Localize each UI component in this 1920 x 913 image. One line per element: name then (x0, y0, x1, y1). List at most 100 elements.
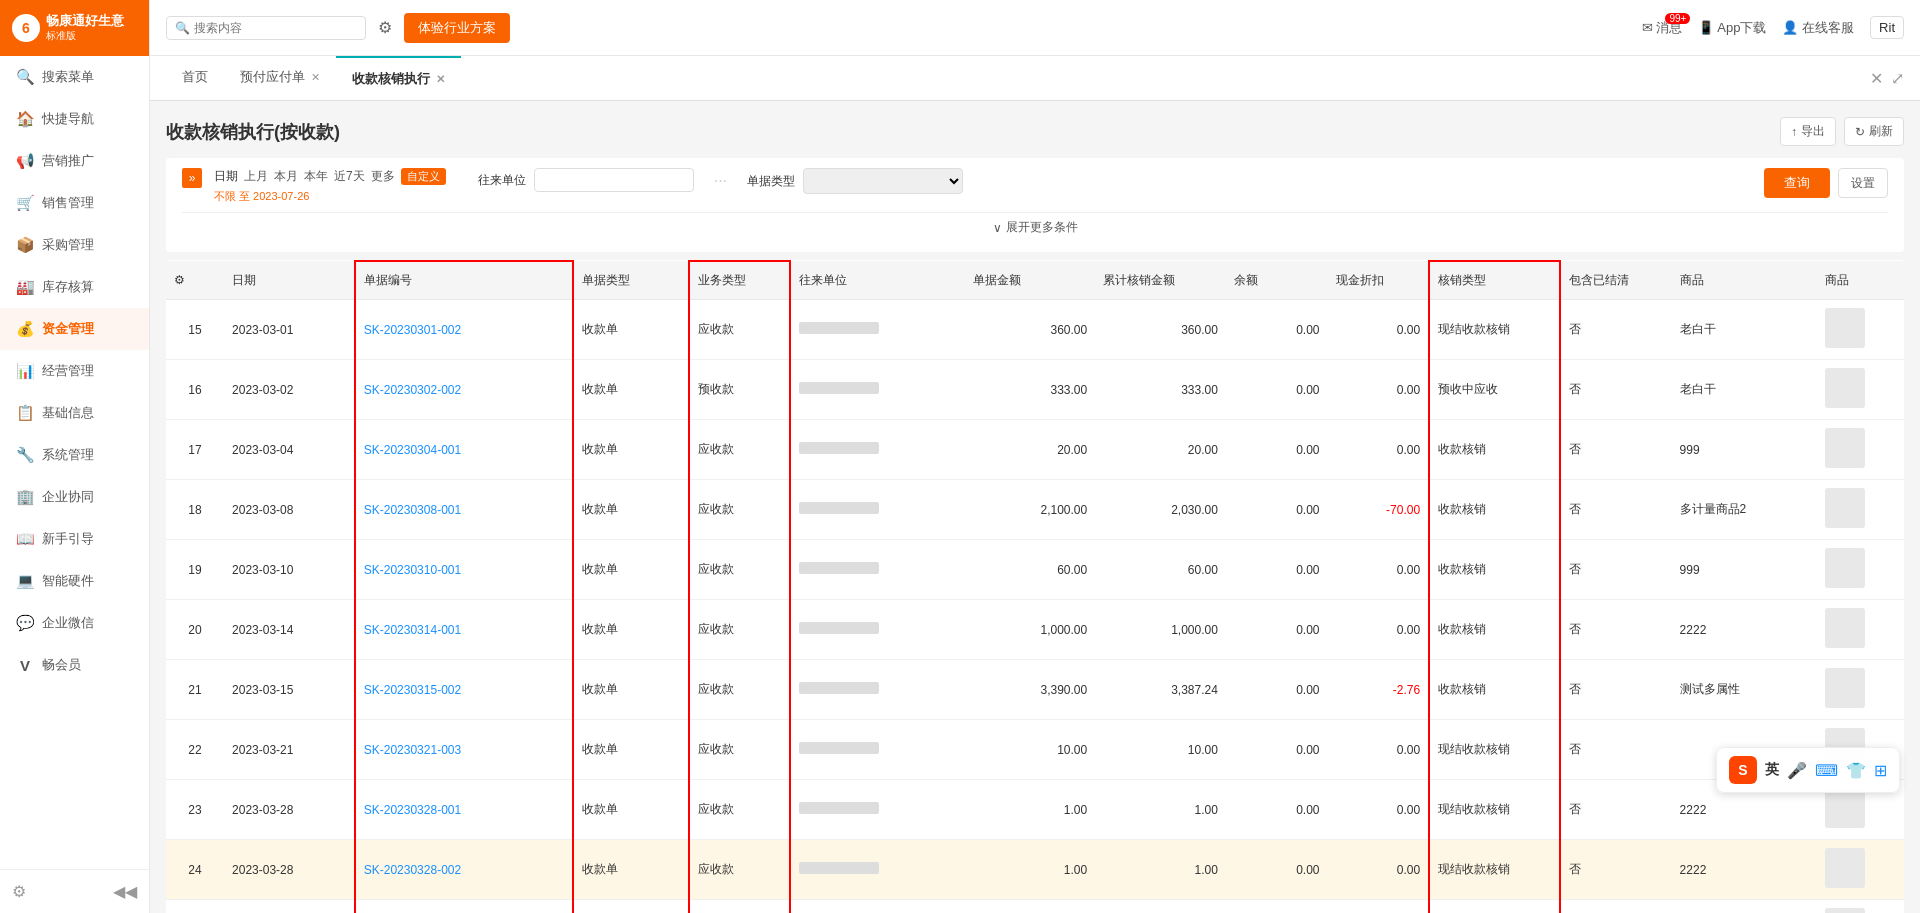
solution-button[interactable]: 体验行业方案 (404, 13, 510, 43)
sidebar: 6 畅康通好生意 标准版 🔍 搜索菜单 🏠 快捷导航 📢 营销推广 🛒 销售管理… (0, 0, 150, 913)
cell-biztype: 应收款 (689, 840, 791, 900)
doc-link[interactable]: SK-20230328-001 (364, 803, 461, 817)
sidebar-item-member[interactable]: V 畅会员 (0, 644, 149, 686)
tab-expand-icon[interactable]: ⤢ (1891, 69, 1904, 88)
tab-prepay[interactable]: 预付应付单 ✕ (224, 56, 336, 100)
doc-link[interactable]: SK-20230308-001 (364, 503, 461, 517)
sidebar-item-marketing[interactable]: 📢 营销推广 (0, 140, 149, 182)
message-badge[interactable]: ✉ 消息 99+ (1642, 19, 1683, 37)
setting-button[interactable]: 设置 (1838, 168, 1888, 198)
watermark-mic-icon[interactable]: 🎤 (1787, 761, 1807, 780)
topbar-search-input[interactable] (194, 21, 334, 35)
topbar-gear-icon[interactable]: ⚙ (378, 18, 392, 37)
cell-biztype: 应收款 (689, 900, 791, 914)
doctype-select[interactable] (803, 168, 963, 194)
cell-verifytype: 收款核销 (1429, 600, 1560, 660)
cell-docno: SK-20230328-002 (355, 840, 573, 900)
cell-sno: 19 (166, 540, 224, 600)
sidebar-item-inventory[interactable]: 🏭 库存核算 (0, 266, 149, 308)
app-download[interactable]: 📱 App下载 (1698, 19, 1766, 37)
sidebar-item-search[interactable]: 🔍 搜索菜单 (0, 56, 149, 98)
sidebar-item-guide[interactable]: 📖 新手引导 (0, 518, 149, 560)
cell-biztype: 应收款 (689, 600, 791, 660)
cell-docno: SK-20230310-001 (355, 540, 573, 600)
table-row: 25 2023-03-31 SK-20230331-002 红字收款单 应收款 … (166, 900, 1904, 914)
sidebar-item-operation[interactable]: 📊 经营管理 (0, 350, 149, 392)
cell-sno: 24 (166, 840, 224, 900)
sidebar-item-label: 企业协同 (42, 488, 94, 506)
sidebar-item-nav[interactable]: 🏠 快捷导航 (0, 98, 149, 140)
sidebar-item-system[interactable]: 🔧 系统管理 (0, 434, 149, 476)
doc-link[interactable]: SK-20230315-002 (364, 683, 461, 697)
date-7days[interactable]: 近7天 (334, 168, 365, 185)
watermark-grid-icon[interactable]: ⊞ (1874, 761, 1887, 780)
cell-biztype: 应收款 (689, 720, 791, 780)
tab-home[interactable]: 首页 (166, 56, 224, 100)
cell-hascleared: 否 (1560, 840, 1672, 900)
doctype-label: 单据类型 (747, 173, 795, 190)
sidebar-item-label: 搜索菜单 (42, 68, 94, 86)
online-service[interactable]: 👤 在线客服 (1782, 19, 1854, 37)
date-this-year[interactable]: 本年 (304, 168, 328, 185)
date-last-month[interactable]: 上月 (244, 168, 268, 185)
topbar: 🔍 ⚙ 体验行业方案 ✉ 消息 99+ 📱 App下载 👤 在线客服 Rit (150, 0, 1920, 56)
tab-close-all-icon[interactable]: ✕ (1870, 69, 1883, 88)
user-name[interactable]: Rit (1870, 16, 1904, 39)
cell-biztype: 应收款 (689, 420, 791, 480)
cell-goodsimg (1817, 300, 1904, 360)
sidebar-item-purchase[interactable]: 📦 采购管理 (0, 224, 149, 266)
page-content: 收款核销执行(按收款) ↑ 导出 ↻ 刷新 » 日期 上月 (150, 101, 1920, 913)
doc-link[interactable]: SK-20230301-002 (364, 323, 461, 337)
date-custom-btn[interactable]: 自定义 (401, 168, 446, 185)
sidebar-item-basic[interactable]: 📋 基础信息 (0, 392, 149, 434)
table-row: 24 2023-03-28 SK-20230328-002 收款单 应收款 1.… (166, 840, 1904, 900)
topbar-right: ✉ 消息 99+ 📱 App下载 👤 在线客服 Rit (1642, 16, 1904, 39)
logo-text: 畅康通好生意 标准版 (46, 13, 124, 43)
sidebar-item-sales[interactable]: 🛒 销售管理 (0, 182, 149, 224)
sidebar-item-hardware[interactable]: 💻 智能硬件 (0, 560, 149, 602)
cell-cumamt: 20.00 (1095, 420, 1226, 480)
watermark-keyboard-icon[interactable]: ⌨ (1815, 761, 1838, 780)
doc-link[interactable]: SK-20230328-002 (364, 863, 461, 877)
cell-biztype: 预收款 (689, 360, 791, 420)
cell-discount: 0.00 (1328, 780, 1430, 840)
tab-verify[interactable]: 收款核销执行 ✕ (336, 56, 461, 100)
cell-biztype: 应收款 (689, 480, 791, 540)
doc-link[interactable]: SK-20230321-003 (364, 743, 461, 757)
date-more[interactable]: 更多 (371, 168, 395, 185)
query-button[interactable]: 查询 (1764, 168, 1830, 198)
expand-more-btn[interactable]: ∨ 展开更多条件 (182, 212, 1888, 242)
date-range-display: 不限 至 2023-07-26 (214, 189, 446, 204)
partner-input[interactable] (534, 168, 694, 192)
cell-sno: 17 (166, 420, 224, 480)
cell-balance: 0.00 (1226, 780, 1328, 840)
cell-partner (790, 420, 964, 480)
cell-doctype: 收款单 (573, 420, 689, 480)
doc-link[interactable]: SK-20230302-002 (364, 383, 461, 397)
doc-link[interactable]: SK-20230314-001 (364, 623, 461, 637)
refresh-button[interactable]: ↻ 刷新 (1844, 117, 1904, 146)
sidebar-item-enterprise[interactable]: 🏢 企业协同 (0, 476, 149, 518)
cell-goodsimg (1817, 600, 1904, 660)
date-this-month[interactable]: 本月 (274, 168, 298, 185)
sidebar-item-finance[interactable]: 💰 资金管理 (0, 308, 149, 350)
filter-date-group: 日期 上月 本月 本年 近7天 更多 自定义 不限 至 2023-07-26 (214, 168, 446, 204)
guide-icon: 📖 (16, 530, 34, 548)
tab-verify-close[interactable]: ✕ (436, 73, 445, 86)
settings-icon[interactable]: ⚙ (12, 882, 26, 901)
finance-icon: 💰 (16, 320, 34, 338)
sidebar-item-label: 系统管理 (42, 446, 94, 464)
col-settings[interactable]: ⚙ (166, 261, 224, 300)
data-table-container: ⚙ 日期 单据编号 单据类型 业务类型 往来单位 单据金额 累计核销金额 余额 (166, 260, 1904, 913)
doc-link[interactable]: SK-20230310-001 (364, 563, 461, 577)
filter-row-main: » 日期 上月 本月 本年 近7天 更多 自定义 不限 至 2023-07-26… (182, 168, 1888, 204)
export-button[interactable]: ↑ 导出 (1780, 117, 1836, 146)
cell-sno: 16 (166, 360, 224, 420)
watermark-shirt-icon[interactable]: 👕 (1846, 761, 1866, 780)
doc-link[interactable]: SK-20230304-001 (364, 443, 461, 457)
collapse-icon[interactable]: ◀◀ (113, 882, 137, 901)
sidebar-item-wechat[interactable]: 💬 企业微信 (0, 602, 149, 644)
tab-prepay-close[interactable]: ✕ (311, 71, 320, 84)
filter-toggle-button[interactable]: » (182, 168, 202, 188)
filter-partner-group: 往来单位 (478, 168, 694, 192)
